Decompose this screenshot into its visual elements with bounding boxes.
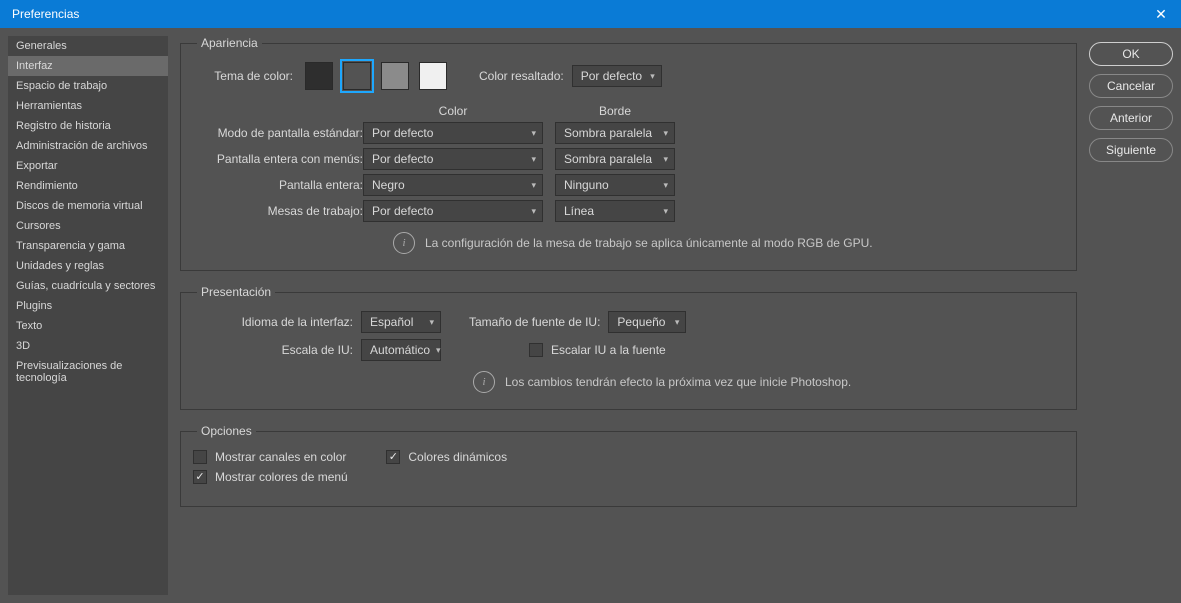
screen-mode-border-select-0[interactable]: Sombra paralela▾	[555, 122, 675, 144]
sidebar-item-herramientas[interactable]: Herramientas	[8, 96, 168, 116]
options-group: Opciones Mostrar canales en color Colore…	[180, 424, 1077, 507]
sidebar-item-unidades-y-reglas[interactable]: Unidades y reglas	[8, 256, 168, 276]
chevron-down-icon: ▾	[531, 154, 536, 165]
theme-swatch-1[interactable]	[343, 62, 371, 90]
appearance-group: Apariencia Tema de color: Color resaltad…	[180, 36, 1077, 271]
screen-mode-label-0: Modo de pantalla estándar:	[193, 126, 363, 140]
ui-font-size-select[interactable]: Pequeño▾	[608, 311, 686, 333]
chevron-down-icon: ▾	[531, 180, 536, 191]
sidebar-item-previsualizaciones-de-tecnolog-a[interactable]: Previsualizaciones de tecnología	[8, 356, 168, 388]
chevron-down-icon: ▾	[675, 317, 680, 328]
window-title: Preferencias	[12, 7, 79, 21]
ui-font-size-label: Tamaño de fuente de IU:	[469, 315, 600, 329]
appearance-legend: Apariencia	[197, 36, 262, 50]
cancel-button[interactable]: Cancelar	[1089, 74, 1173, 98]
sidebar-item-generales[interactable]: Generales	[8, 36, 168, 56]
chevron-down-icon: ▾	[650, 71, 655, 82]
column-header-color: Color	[363, 104, 543, 118]
show-menu-colors-checkbox[interactable]: Mostrar colores de menú	[193, 470, 348, 484]
appearance-info-text: La configuración de la mesa de trabajo s…	[425, 236, 873, 250]
info-icon: i	[393, 232, 415, 254]
theme-swatch-3[interactable]	[419, 62, 447, 90]
sidebar-item-discos-de-memoria-virtual[interactable]: Discos de memoria virtual	[8, 196, 168, 216]
presentation-group: Presentación Idioma de la interfaz: Espa…	[180, 285, 1077, 410]
chevron-down-icon: ▾	[663, 180, 668, 191]
chevron-down-icon: ▾	[663, 154, 668, 165]
theme-swatch-2[interactable]	[381, 62, 409, 90]
screen-mode-label-1: Pantalla entera con menús:	[193, 152, 363, 166]
sidebar-item-transparencia-y-gama[interactable]: Transparencia y gama	[8, 236, 168, 256]
next-button[interactable]: Siguiente	[1089, 138, 1173, 162]
screen-mode-color-select-3[interactable]: Por defecto▾	[363, 200, 543, 222]
highlight-color-label: Color resaltado:	[479, 69, 564, 83]
sidebar-item-3d[interactable]: 3D	[8, 336, 168, 356]
highlight-color-select[interactable]: Por defecto▾	[572, 65, 662, 87]
sidebar-item-cursores[interactable]: Cursores	[8, 216, 168, 236]
options-legend: Opciones	[197, 424, 256, 438]
chevron-down-icon: ▾	[429, 317, 434, 328]
titlebar: Preferencias ✕	[0, 0, 1181, 28]
presentation-legend: Presentación	[197, 285, 275, 299]
screen-mode-border-select-1[interactable]: Sombra paralela▾	[555, 148, 675, 170]
ui-scale-label: Escala de IU:	[193, 343, 353, 357]
chevron-down-icon: ▾	[436, 345, 441, 356]
sidebar-item-texto[interactable]: Texto	[8, 316, 168, 336]
screen-mode-label-3: Mesas de trabajo:	[193, 204, 363, 218]
screen-mode-label-2: Pantalla entera:	[193, 178, 363, 192]
sidebar: GeneralesInterfazEspacio de trabajoHerra…	[8, 36, 168, 595]
previous-button[interactable]: Anterior	[1089, 106, 1173, 130]
theme-swatch-0[interactable]	[305, 62, 333, 90]
chevron-down-icon: ▾	[663, 206, 668, 217]
ui-scale-select[interactable]: Automático▾	[361, 339, 441, 361]
scale-ui-to-font-checkbox[interactable]: Escalar IU a la fuente	[529, 343, 666, 357]
sidebar-item-rendimiento[interactable]: Rendimiento	[8, 176, 168, 196]
info-icon: i	[473, 371, 495, 393]
screen-mode-color-select-1[interactable]: Por defecto▾	[363, 148, 543, 170]
sidebar-item-plugins[interactable]: Plugins	[8, 296, 168, 316]
column-header-border: Borde	[555, 104, 675, 118]
dynamic-colors-checkbox[interactable]: Colores dinámicos	[386, 450, 507, 464]
show-channels-color-checkbox[interactable]: Mostrar canales en color	[193, 450, 346, 464]
chevron-down-icon: ▾	[531, 206, 536, 217]
chevron-down-icon: ▾	[663, 128, 668, 139]
sidebar-item-espacio-de-trabajo[interactable]: Espacio de trabajo	[8, 76, 168, 96]
ui-language-label: Idioma de la interfaz:	[193, 315, 353, 329]
close-icon[interactable]: ✕	[1149, 6, 1173, 23]
ok-button[interactable]: OK	[1089, 42, 1173, 66]
theme-color-label: Tema de color:	[193, 69, 293, 83]
sidebar-item-administraci-n-de-archivos[interactable]: Administración de archivos	[8, 136, 168, 156]
screen-mode-color-select-0[interactable]: Por defecto▾	[363, 122, 543, 144]
sidebar-item-exportar[interactable]: Exportar	[8, 156, 168, 176]
sidebar-item-interfaz[interactable]: Interfaz	[8, 56, 168, 76]
sidebar-item-gu-as-cuadr-cula-y-sectores[interactable]: Guías, cuadrícula y sectores	[8, 276, 168, 296]
screen-mode-border-select-2[interactable]: Ninguno▾	[555, 174, 675, 196]
sidebar-item-registro-de-historia[interactable]: Registro de historia	[8, 116, 168, 136]
ui-language-select[interactable]: Español▾	[361, 311, 441, 333]
presentation-info-text: Los cambios tendrán efecto la próxima ve…	[505, 375, 851, 389]
chevron-down-icon: ▾	[531, 128, 536, 139]
screen-mode-border-select-3[interactable]: Línea▾	[555, 200, 675, 222]
screen-mode-color-select-2[interactable]: Negro▾	[363, 174, 543, 196]
